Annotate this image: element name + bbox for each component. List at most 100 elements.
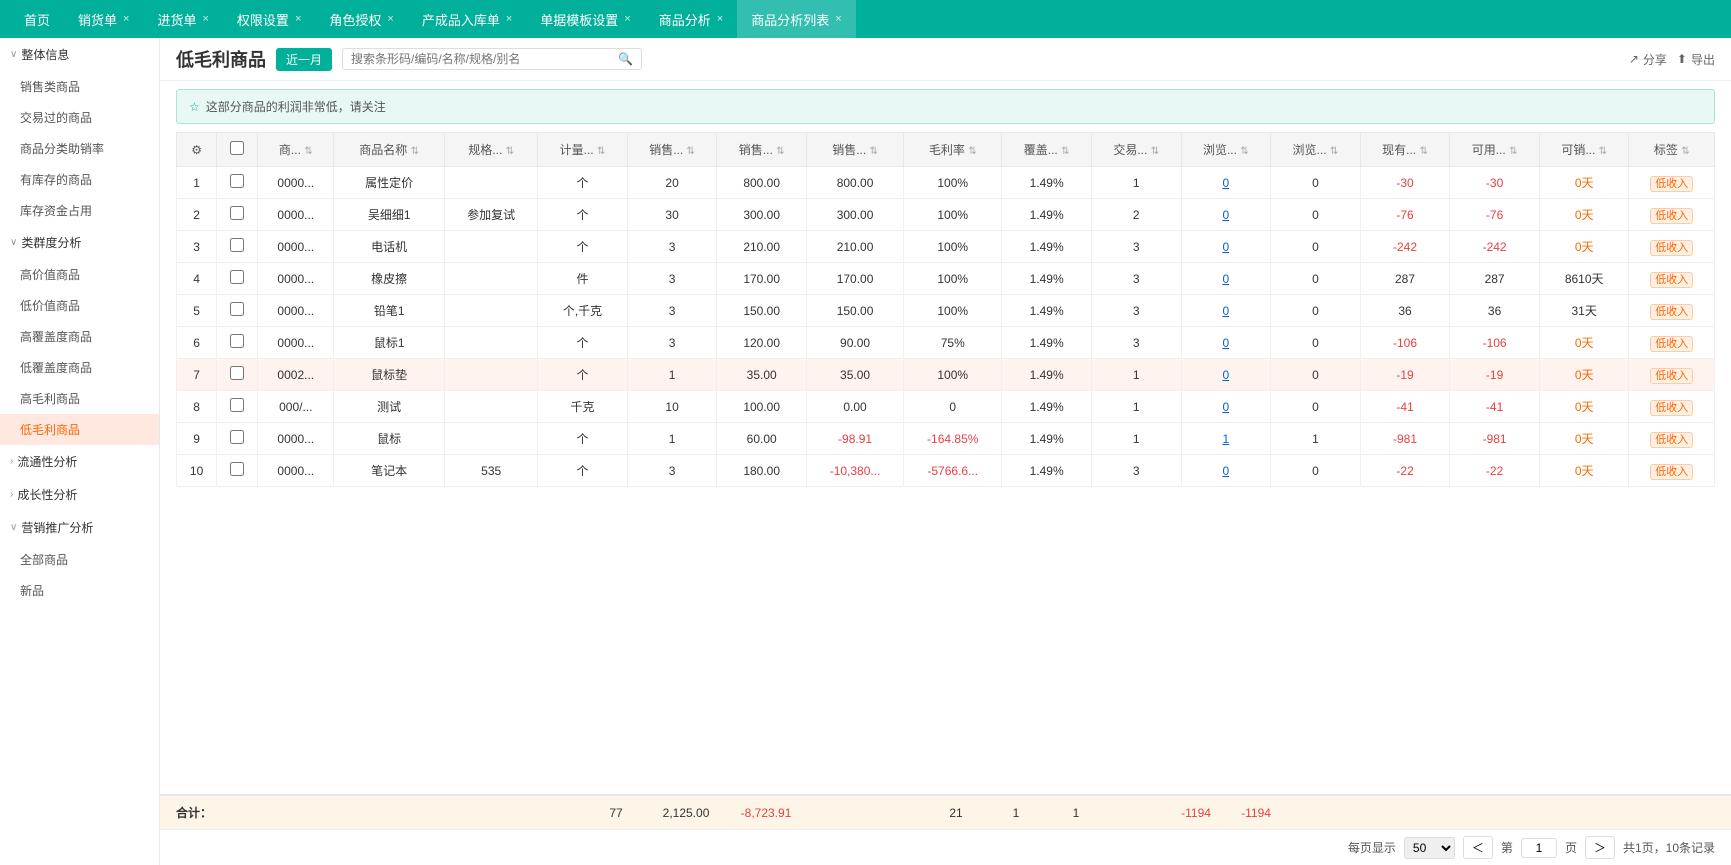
- browse-link[interactable]: 0: [1222, 464, 1229, 478]
- per-page-select[interactable]: 102050100: [1404, 837, 1455, 859]
- col-header-sales_profit[interactable]: 销售... ⇅: [806, 133, 903, 167]
- col-header-current_stock[interactable]: 现有... ⇅: [1360, 133, 1450, 167]
- row-checkbox[interactable]: [230, 430, 244, 444]
- nav-close-icon[interactable]: ×: [123, 13, 129, 25]
- col-header-settings[interactable]: ⚙: [177, 133, 217, 167]
- row-checkbox[interactable]: [230, 366, 244, 380]
- sidebar-section-类群度分析[interactable]: ∨类群度分析: [0, 226, 159, 259]
- col-header-checkbox[interactable]: [217, 133, 258, 167]
- cell-browse1[interactable]: 0: [1181, 359, 1271, 391]
- nav-item-销货单[interactable]: 销货单×: [64, 0, 143, 38]
- select-all-checkbox[interactable]: [230, 141, 244, 155]
- cell-browse1[interactable]: 0: [1181, 231, 1271, 263]
- nav-close-icon[interactable]: ×: [506, 13, 512, 25]
- cell-checkbox[interactable]: [217, 455, 258, 487]
- sidebar-item-销售类商品[interactable]: 销售类商品: [0, 71, 159, 102]
- browse-link[interactable]: 0: [1222, 240, 1229, 254]
- cell-checkbox[interactable]: [217, 327, 258, 359]
- share-button[interactable]: ↗ 分享: [1629, 51, 1667, 68]
- row-checkbox[interactable]: [230, 270, 244, 284]
- nav-item-进货单[interactable]: 进货单×: [143, 0, 222, 38]
- cell-browse1[interactable]: 0: [1181, 167, 1271, 199]
- cell-browse1[interactable]: 1: [1181, 423, 1271, 455]
- sidebar-section-整体信息[interactable]: ∨整体信息: [0, 38, 159, 71]
- nav-item-商品分析列表[interactable]: 商品分析列表×: [737, 0, 855, 38]
- sidebar-item-库存资金占用[interactable]: 库存资金占用: [0, 195, 159, 226]
- browse-link[interactable]: 1: [1222, 432, 1229, 446]
- cell-checkbox[interactable]: [217, 423, 258, 455]
- nav-close-icon[interactable]: ×: [202, 13, 208, 25]
- row-checkbox[interactable]: [230, 334, 244, 348]
- sidebar-item-高价值商品[interactable]: 高价值商品: [0, 259, 159, 290]
- sidebar-item-低覆盖度商品[interactable]: 低覆盖度商品: [0, 352, 159, 383]
- sidebar-item-有库存的商品[interactable]: 有库存的商品: [0, 164, 159, 195]
- browse-link[interactable]: 0: [1222, 400, 1229, 414]
- row-checkbox[interactable]: [230, 398, 244, 412]
- row-checkbox[interactable]: [230, 462, 244, 476]
- browse-link[interactable]: 0: [1222, 176, 1229, 190]
- sidebar-item-全部商品[interactable]: 全部商品: [0, 544, 159, 575]
- col-header-available[interactable]: 可用... ⇅: [1450, 133, 1540, 167]
- sidebar-item-新品[interactable]: 新品: [0, 575, 159, 606]
- cell-checkbox[interactable]: [217, 231, 258, 263]
- browse-link[interactable]: 0: [1222, 208, 1229, 222]
- row-checkbox[interactable]: [230, 174, 244, 188]
- browse-link[interactable]: 0: [1222, 304, 1229, 318]
- nav-item-单据模板设置[interactable]: 单据模板设置×: [526, 0, 644, 38]
- sidebar-item-交易过的商品[interactable]: 交易过的商品: [0, 102, 159, 133]
- sidebar-section-营销推广分析[interactable]: ∨营销推广分析: [0, 511, 159, 544]
- sidebar-section-成长性分析[interactable]: ›成长性分析: [0, 478, 159, 511]
- cell-browse1[interactable]: 0: [1181, 391, 1271, 423]
- nav-item-权限设置[interactable]: 权限设置×: [223, 0, 315, 38]
- sidebar-item-高覆盖度商品[interactable]: 高覆盖度商品: [0, 321, 159, 352]
- cell-browse1[interactable]: 0: [1181, 263, 1271, 295]
- nav-close-icon[interactable]: ×: [835, 13, 841, 25]
- export-button[interactable]: ⬆ 导出: [1677, 51, 1715, 68]
- row-checkbox[interactable]: [230, 206, 244, 220]
- cell-checkbox[interactable]: [217, 263, 258, 295]
- next-page-button[interactable]: ＞: [1585, 836, 1615, 859]
- browse-link[interactable]: 0: [1222, 272, 1229, 286]
- col-header-gross_margin[interactable]: 毛利率 ⇅: [904, 133, 1002, 167]
- nav-item-首页[interactable]: 首页: [10, 0, 64, 38]
- settings-icon[interactable]: ⚙: [191, 143, 202, 157]
- sidebar-section-流通性分析[interactable]: ›流通性分析: [0, 445, 159, 478]
- row-checkbox[interactable]: [230, 302, 244, 316]
- col-header-spec[interactable]: 规格... ⇅: [445, 133, 538, 167]
- page-number-input[interactable]: [1521, 838, 1557, 858]
- browse-link[interactable]: 0: [1222, 368, 1229, 382]
- cell-browse1[interactable]: 0: [1181, 295, 1271, 327]
- nav-item-产成品入库单[interactable]: 产成品入库单×: [408, 0, 526, 38]
- col-header-sellable[interactable]: 可销... ⇅: [1539, 133, 1629, 167]
- sidebar-item-低价值商品[interactable]: 低价值商品: [0, 290, 159, 321]
- col-header-sales_qty[interactable]: 销售... ⇅: [627, 133, 717, 167]
- cell-browse1[interactable]: 0: [1181, 455, 1271, 487]
- col-header-coverage[interactable]: 覆盖... ⇅: [1002, 133, 1092, 167]
- col-header-code[interactable]: 商... ⇅: [258, 133, 334, 167]
- filter-button[interactable]: 近一月: [276, 48, 332, 71]
- nav-item-商品分析[interactable]: 商品分析×: [645, 0, 737, 38]
- browse-link[interactable]: 0: [1222, 336, 1229, 350]
- nav-close-icon[interactable]: ×: [717, 13, 723, 25]
- nav-close-icon[interactable]: ×: [387, 13, 393, 25]
- prev-page-button[interactable]: ＜: [1463, 836, 1493, 859]
- search-icon[interactable]: 🔍: [618, 52, 633, 66]
- col-header-transaction[interactable]: 交易... ⇅: [1091, 133, 1181, 167]
- col-header-browse1[interactable]: 浏览... ⇅: [1181, 133, 1271, 167]
- nav-close-icon[interactable]: ×: [624, 13, 630, 25]
- nav-close-icon[interactable]: ×: [295, 13, 301, 25]
- nav-item-角色授权[interactable]: 角色授权×: [315, 0, 407, 38]
- cell-browse1[interactable]: 0: [1181, 327, 1271, 359]
- col-header-name[interactable]: 商品名称 ⇅: [334, 133, 445, 167]
- sidebar-item-低毛利商品[interactable]: 低毛利商品: [0, 414, 159, 445]
- cell-browse1[interactable]: 0: [1181, 199, 1271, 231]
- col-header-unit[interactable]: 计量... ⇅: [538, 133, 628, 167]
- row-checkbox[interactable]: [230, 238, 244, 252]
- cell-checkbox[interactable]: [217, 359, 258, 391]
- search-input[interactable]: [351, 52, 613, 66]
- cell-checkbox[interactable]: [217, 167, 258, 199]
- cell-checkbox[interactable]: [217, 295, 258, 327]
- col-header-tag[interactable]: 标签 ⇅: [1629, 133, 1715, 167]
- col-header-sales_price[interactable]: 销售... ⇅: [717, 133, 807, 167]
- cell-checkbox[interactable]: [217, 199, 258, 231]
